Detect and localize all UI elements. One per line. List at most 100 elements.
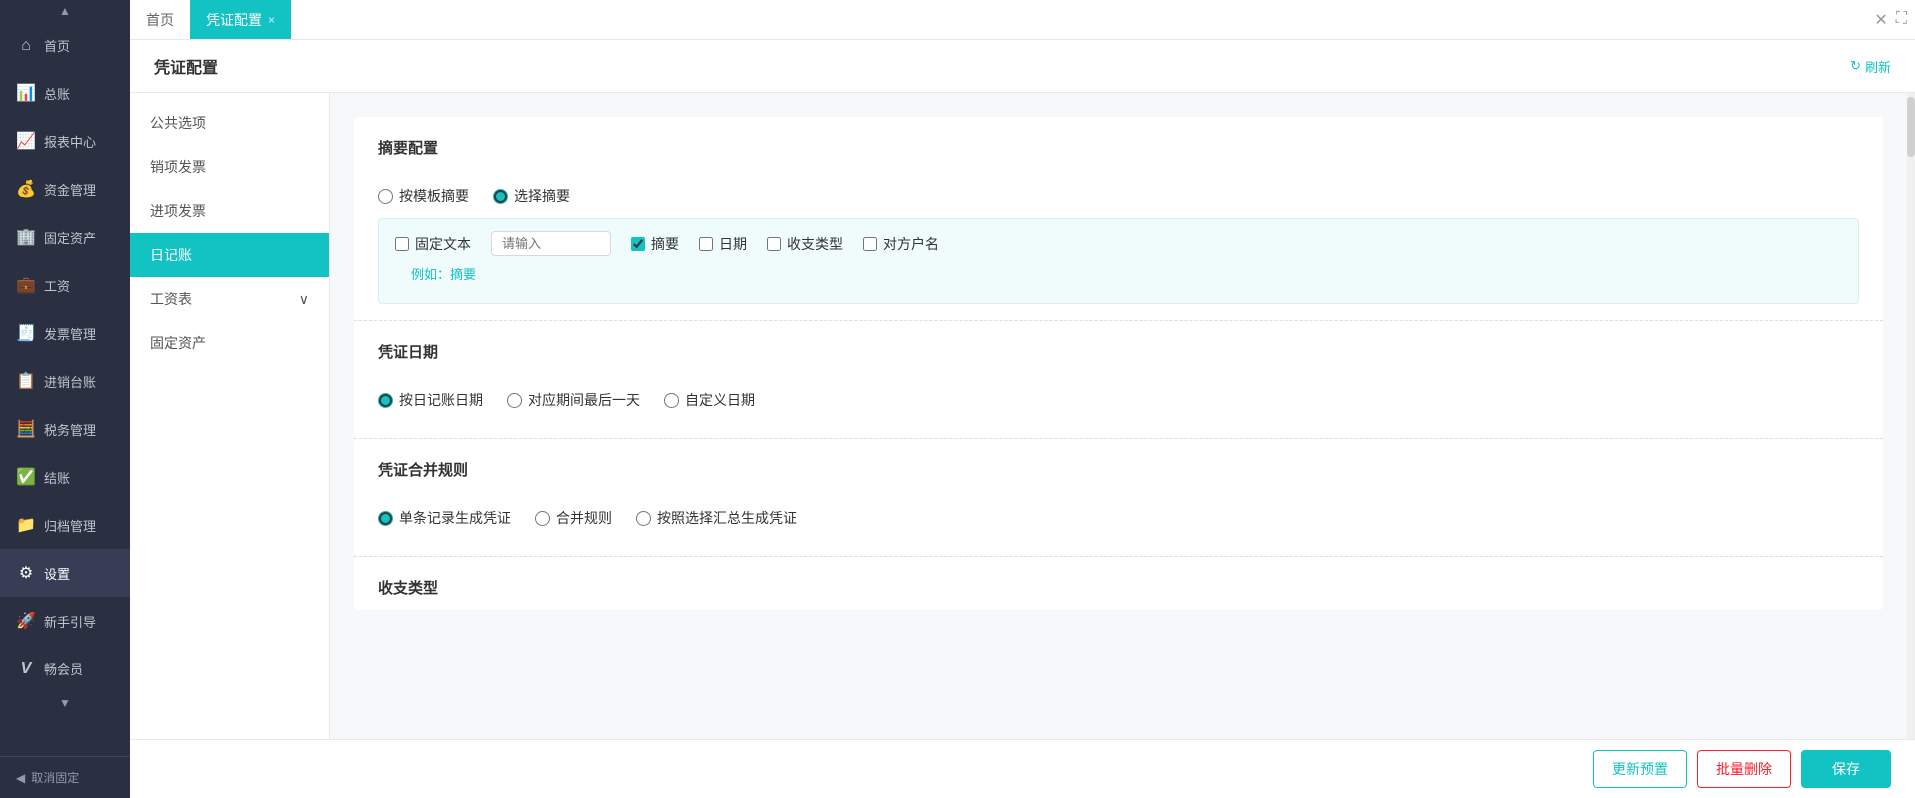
sidebar-item-label: 首页 (44, 36, 70, 55)
radio-period-last-label: 对应期间最后一天 (528, 390, 640, 410)
sidebar-item-label: 发票管理 (44, 324, 96, 343)
sidebar-item-reports[interactable]: 📈 报表中心 (0, 117, 130, 165)
checkbox-fixed-text-label: 固定文本 (415, 234, 471, 254)
fixed-text-input[interactable] (491, 231, 611, 256)
tab-home[interactable]: 首页 (130, 0, 190, 39)
radio-select-merge-input[interactable] (636, 511, 651, 526)
checkbox-income-type-input[interactable] (767, 237, 781, 251)
sidebar-item-funds[interactable]: 💰 资金管理 (0, 165, 130, 213)
radio-merge-rule-label: 合并规则 (556, 508, 612, 528)
checkbox-income-type[interactable]: 收支类型 (767, 234, 843, 254)
page-header: 凭证配置 ↻ 刷新 (130, 40, 1915, 93)
checkbox-date[interactable]: 日期 (699, 234, 747, 254)
date-section-title: 凭证日期 (354, 321, 1883, 374)
close-window-icon[interactable]: ✕ (1874, 10, 1887, 30)
refresh-icon: ↻ (1850, 58, 1861, 74)
radio-period-last-input[interactable] (507, 393, 522, 408)
save-button[interactable]: 保存 (1801, 750, 1891, 788)
radio-select-label: 选择摘要 (514, 186, 570, 206)
sidebar-item-settings[interactable]: ⚙ 设置 (0, 549, 130, 597)
merge-radio-group: 单条记录生成凭证 合并规则 按照选择汇总生成凭证 (378, 508, 1859, 528)
radio-template-summary[interactable]: 按模板摘要 (378, 186, 469, 206)
checkbox-summary[interactable]: 摘要 (631, 234, 679, 254)
sidebar-item-assets[interactable]: 🏢 固定资产 (0, 213, 130, 261)
merge-section-title: 凭证合并规则 (354, 439, 1883, 492)
radio-period-last[interactable]: 对应期间最后一天 (507, 390, 640, 410)
radio-template-input[interactable] (378, 189, 393, 204)
radio-custom-date[interactable]: 自定义日期 (664, 390, 755, 410)
checkbox-counterpart-label: 对方户名 (883, 234, 939, 254)
nav-item-journal[interactable]: 日记账 (130, 233, 329, 277)
sidebar-item-settlement[interactable]: ✅ 结账 (0, 453, 130, 501)
tab-close-icon[interactable]: × (268, 13, 275, 27)
tab-voucher-config[interactable]: 凭证配置 × (190, 0, 291, 39)
sidebar-item-label: 设置 (44, 564, 70, 583)
sidebar-item-label: 税务管理 (44, 420, 96, 439)
checkbox-date-input[interactable] (699, 237, 713, 251)
radio-custom-date-input[interactable] (664, 393, 679, 408)
unpin-label: 取消固定 (31, 769, 79, 786)
nav-item-fixed-assets[interactable]: 固定资产 (130, 321, 329, 365)
radio-single-record[interactable]: 单条记录生成凭证 (378, 508, 511, 528)
summary-options-panel: 固定文本 摘要 日期 (378, 218, 1859, 304)
tab-bar: 首页 凭证配置 × ✕ ⛶ (130, 0, 1915, 40)
checkbox-fixed-text[interactable]: 固定文本 (395, 234, 471, 254)
sidebar-scroll-down[interactable]: ▼ (0, 692, 130, 714)
sidebar-item-guide[interactable]: 🚀 新手引导 (0, 597, 130, 645)
example-value: 摘要 (450, 267, 476, 282)
nav-item-fixed-assets-label: 固定资产 (150, 333, 206, 353)
sidebar-item-label: 结账 (44, 468, 70, 487)
chevron-down-icon: ∨ (299, 291, 309, 308)
scroll-thumb[interactable] (1907, 97, 1915, 157)
sidebar-item-tax[interactable]: 🧮 税务管理 (0, 405, 130, 453)
sidebar-item-ledger[interactable]: 📊 总账 (0, 69, 130, 117)
radio-journal-date-input[interactable] (378, 393, 393, 408)
nav-item-sales-invoice-label: 销项发票 (150, 157, 206, 177)
page-title: 凭证配置 (154, 54, 218, 78)
radio-journal-date[interactable]: 按日记账日期 (378, 390, 483, 410)
nav-item-purchase-invoice-label: 进项发票 (150, 201, 206, 221)
checkbox-summary-label: 摘要 (651, 234, 679, 254)
refresh-label: 刷新 (1865, 57, 1891, 76)
tax-icon: 🧮 (16, 419, 36, 439)
left-nav: 公共选项 销项发票 进项发票 日记账 工资表 ∨ 固定资产 (130, 93, 330, 798)
update-preview-button[interactable]: 更新预置 (1593, 750, 1687, 788)
sidebar-unpin[interactable]: ◀ 取消固定 (0, 756, 130, 798)
radio-select-summary[interactable]: 选择摘要 (493, 186, 570, 206)
radio-merge-rule[interactable]: 合并规则 (535, 508, 612, 528)
radio-single-record-input[interactable] (378, 511, 393, 526)
checkbox-counterpart[interactable]: 对方户名 (863, 234, 939, 254)
reports-icon: 📈 (16, 131, 36, 151)
checkbox-counterpart-input[interactable] (863, 237, 877, 251)
sidebar-scroll-up[interactable]: ▲ (0, 0, 130, 22)
sidebar-item-invoice[interactable]: 🧾 发票管理 (0, 309, 130, 357)
nav-item-public-label: 公共选项 (150, 113, 206, 133)
radio-merge-rule-input[interactable] (535, 511, 550, 526)
invoice-icon: 🧾 (16, 323, 36, 343)
nav-item-public[interactable]: 公共选项 (130, 101, 329, 145)
scroll-track[interactable] (1907, 93, 1915, 798)
batch-delete-button[interactable]: 批量删除 (1697, 750, 1791, 788)
refresh-button[interactable]: ↻ 刷新 (1850, 57, 1891, 76)
example-preview: 例如：摘要 (395, 264, 1842, 291)
sidebar-item-home[interactable]: ⌂ 首页 (0, 22, 130, 69)
sidebar-item-purchase[interactable]: 📋 进销台账 (0, 357, 130, 405)
expand-window-icon[interactable]: ⛶ (1896, 10, 1907, 30)
nav-item-sales-invoice[interactable]: 销项发票 (130, 145, 329, 189)
sidebar-item-label: 畅会员 (44, 659, 83, 678)
checkbox-summary-input[interactable] (631, 237, 645, 251)
summary-section-body: 按模板摘要 选择摘要 固定文本 (354, 170, 1883, 320)
sidebar-item-vip[interactable]: V 畅会员 (0, 645, 130, 692)
nav-item-payroll-table[interactable]: 工资表 ∨ (130, 277, 329, 321)
radio-select-input[interactable] (493, 189, 508, 204)
sidebar-item-archive[interactable]: 📁 归档管理 (0, 501, 130, 549)
radio-journal-date-label: 按日记账日期 (399, 390, 483, 410)
checkbox-row: 固定文本 摘要 日期 (395, 231, 1842, 256)
sidebar-item-salary[interactable]: 💼 工资 (0, 261, 130, 309)
pin-icon: ◀ (16, 771, 25, 785)
page-content: 凭证配置 ↻ 刷新 公共选项 销项发票 进项发票 日记账 (130, 40, 1915, 798)
checkbox-fixed-text-input[interactable] (395, 237, 409, 251)
nav-item-purchase-invoice[interactable]: 进项发票 (130, 189, 329, 233)
radio-select-merge[interactable]: 按照选择汇总生成凭证 (636, 508, 797, 528)
merge-section: 凭证合并规则 单条记录生成凭证 合并规则 (354, 439, 1883, 556)
